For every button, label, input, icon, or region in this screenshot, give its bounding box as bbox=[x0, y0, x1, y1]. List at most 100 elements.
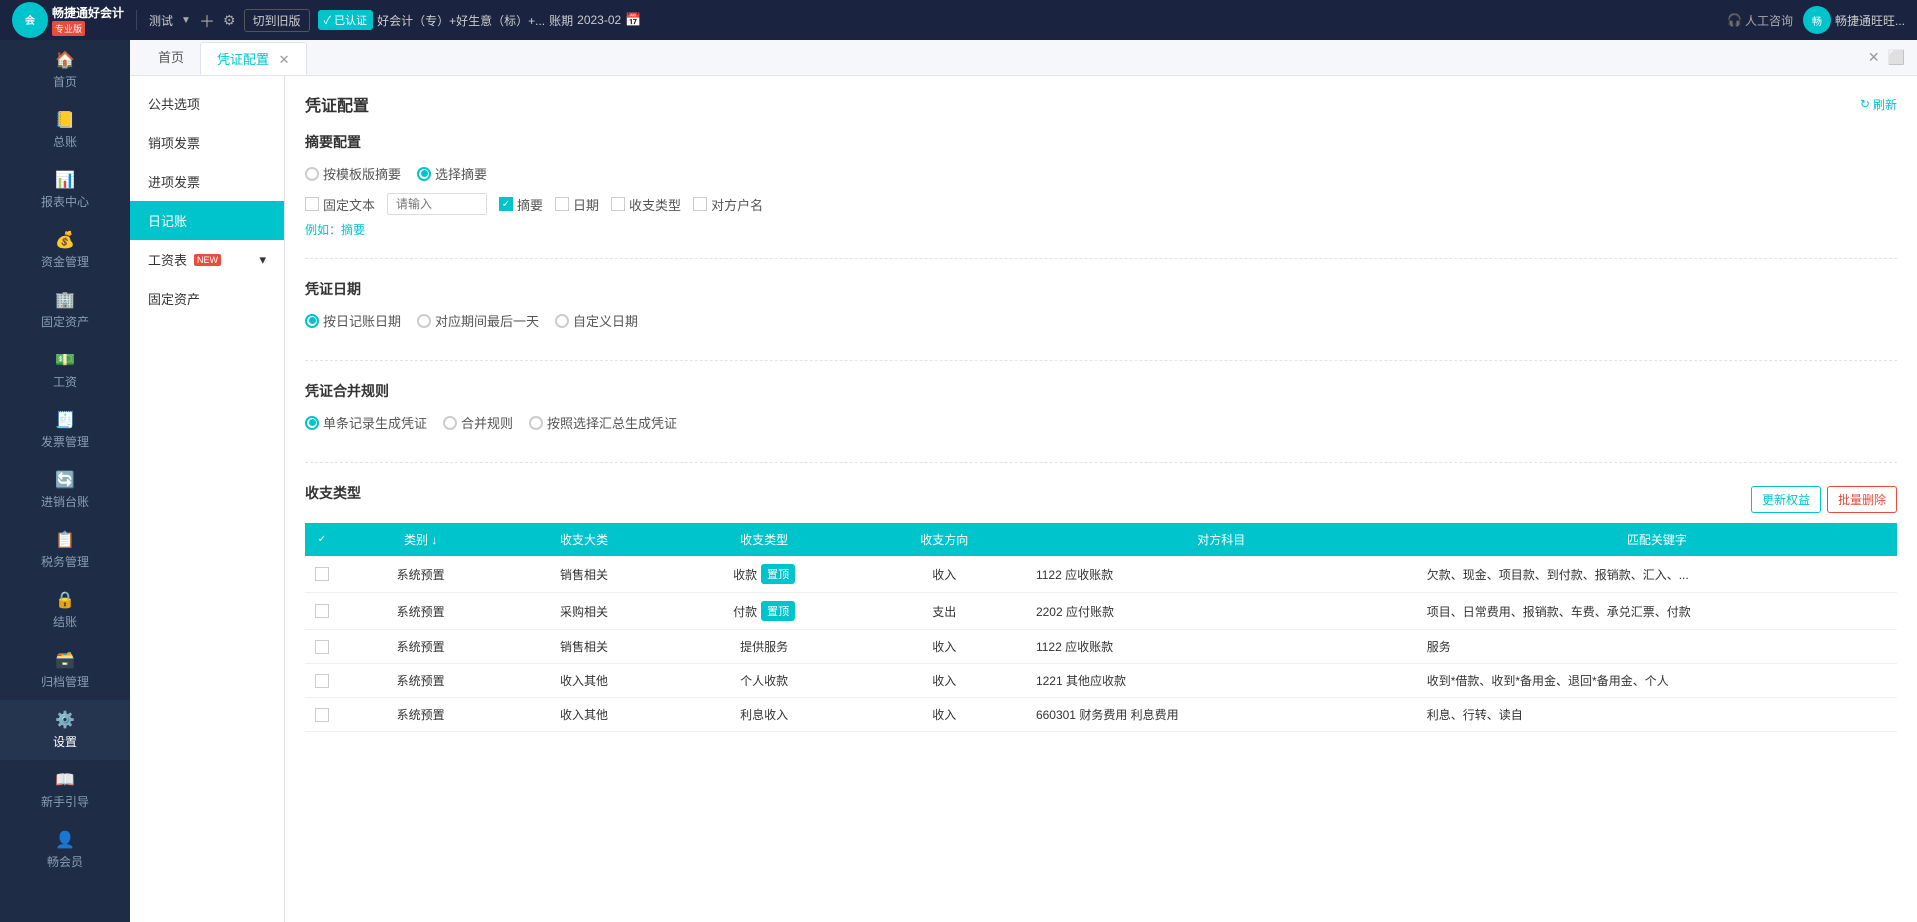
row-checkbox-1[interactable] bbox=[305, 593, 339, 630]
check-counterpart[interactable]: 对方户名 bbox=[693, 195, 763, 214]
radio-choose[interactable]: 选择摘要 bbox=[417, 164, 487, 183]
checkbox-row-1[interactable] bbox=[315, 604, 329, 618]
window-maximize-icon[interactable]: ⬜ bbox=[1888, 49, 1905, 66]
switch-version-button[interactable]: 切到旧版 bbox=[244, 9, 310, 32]
check-summary[interactable]: ✓ 摘要 bbox=[499, 195, 543, 214]
select-all-checkbox[interactable]: ✓ bbox=[315, 533, 329, 547]
menu-item-payroll[interactable]: 工资表 NEW ▾ bbox=[130, 240, 284, 279]
check-fixed-text[interactable]: 固定文本 bbox=[305, 195, 375, 214]
main-layout: 🏠 首页 📒 总账 📊 报表中心 💰 资金管理 🏢 固定资产 💵 工资 🧾 发票… bbox=[0, 40, 1917, 922]
menu-item-fixed-assets[interactable]: 固定资产 bbox=[130, 279, 284, 318]
fixed-text-input[interactable] bbox=[387, 193, 487, 215]
radio-template[interactable]: 按模板版摘要 bbox=[305, 164, 401, 183]
company-dropdown-icon[interactable]: ▼ bbox=[181, 15, 191, 26]
accounting-tags: 好会计（专）+好生意（标）+... bbox=[377, 12, 545, 29]
sidebar-item-ledger[interactable]: 📒 总账 bbox=[0, 100, 130, 160]
tab-close-icon[interactable]: ✕ bbox=[279, 52, 290, 67]
radio-circle-template bbox=[305, 167, 319, 181]
pin-button-1[interactable]: 置顶 bbox=[761, 601, 795, 621]
update-button[interactable]: 更新权益 bbox=[1751, 486, 1821, 513]
checkbox-row-2[interactable] bbox=[315, 640, 329, 654]
sidebar-item-home[interactable]: 🏠 首页 bbox=[0, 40, 130, 100]
menu-item-sales-invoice[interactable]: 销项发票 bbox=[130, 123, 284, 162]
menu-item-purchase-invoice[interactable]: 进项发票 bbox=[130, 162, 284, 201]
sidebar-item-salary[interactable]: 💵 工资 bbox=[0, 340, 130, 400]
sidebar-item-funds[interactable]: 💰 资金管理 bbox=[0, 220, 130, 280]
cell-subject-3: 1221 其他应收款 bbox=[1026, 664, 1417, 698]
radio-custom-date[interactable]: 自定义日期 bbox=[555, 311, 638, 330]
table-action-buttons: 更新权益 批量删除 bbox=[1751, 486, 1897, 513]
radio-single[interactable]: 单条记录生成凭证 bbox=[305, 413, 427, 432]
sidebar-item-assets[interactable]: 🏢 固定资产 bbox=[0, 280, 130, 340]
separator bbox=[136, 10, 137, 30]
reports-icon: 📊 bbox=[55, 170, 75, 190]
sidebar-item-close[interactable]: 🔒 结账 bbox=[0, 580, 130, 640]
tax-icon: 📋 bbox=[55, 530, 75, 550]
sidebar-item-tax[interactable]: 📋 税务管理 bbox=[0, 520, 130, 580]
check-date[interactable]: 日期 bbox=[555, 195, 599, 214]
sidebar-item-invoice[interactable]: 🧾 发票管理 bbox=[0, 400, 130, 460]
tab-voucher-config[interactable]: 凭证配置 ✕ bbox=[200, 42, 307, 75]
window-close-icon[interactable]: ✕ bbox=[1868, 49, 1880, 66]
funds-icon: 💰 bbox=[55, 230, 75, 250]
sidebar-label-home: 首页 bbox=[53, 73, 77, 90]
cell-subject-1: 2202 应付账款 bbox=[1026, 593, 1417, 630]
sidebar-item-reports[interactable]: 📊 报表中心 bbox=[0, 160, 130, 220]
refresh-button[interactable]: ↻ 刷新 bbox=[1860, 96, 1897, 113]
pin-button-0[interactable]: 置顶 bbox=[761, 564, 795, 584]
sidebar-item-guide[interactable]: 📖 新手引导 bbox=[0, 760, 130, 820]
menu-item-public[interactable]: 公共选项 bbox=[130, 84, 284, 123]
cell-keywords-2: 服务 bbox=[1417, 630, 1897, 664]
sidebar-item-settings[interactable]: ⚙️ 设置 bbox=[0, 700, 130, 760]
logo-icon: 会 bbox=[12, 2, 48, 38]
checkbox-row-3[interactable] bbox=[315, 674, 329, 688]
row-checkbox-2[interactable] bbox=[305, 630, 339, 664]
radio-summary-total[interactable]: 按照选择汇总生成凭证 bbox=[529, 413, 677, 432]
sidebar-label-assets: 固定资产 bbox=[41, 313, 89, 330]
radio-period-last[interactable]: 对应期间最后一天 bbox=[417, 311, 539, 330]
add-icon[interactable]: ＋ bbox=[199, 8, 215, 32]
table-row: 系统预置 收入其他 个人收款 收入 1221 其他应收款 收到*借款、收到*备用… bbox=[305, 664, 1897, 698]
sidebar-label-settings: 设置 bbox=[53, 733, 77, 750]
type-label-1: 付款 bbox=[733, 603, 757, 620]
topbar-right: 🎧 人工咨询 畅 畅捷通旺旺... bbox=[1727, 6, 1905, 34]
th-checkbox[interactable]: ✓ bbox=[305, 523, 339, 556]
cell-subject-2: 1122 应收账款 bbox=[1026, 630, 1417, 664]
radio-circle-journal-date bbox=[305, 314, 319, 328]
checkbox-pay-type bbox=[611, 197, 625, 211]
user-area[interactable]: 畅 畅捷通旺旺... bbox=[1803, 6, 1905, 34]
radio-circle-single bbox=[305, 416, 319, 430]
menu-item-journal[interactable]: 日记账 bbox=[130, 201, 284, 240]
radio-journal-date[interactable]: 按日记账日期 bbox=[305, 311, 401, 330]
cell-category-1: 系统预置 bbox=[339, 593, 502, 630]
sidebar-item-purchase[interactable]: 🔄 进销台账 bbox=[0, 460, 130, 520]
page-title: 凭证配置 bbox=[305, 92, 369, 116]
table-row: 系统预置 销售相关 提供服务 收入 1122 应收账款 服务 bbox=[305, 630, 1897, 664]
row-checkbox-4[interactable] bbox=[305, 698, 339, 732]
settings-icon[interactable]: ⚙ bbox=[223, 12, 236, 29]
sidebar-item-member[interactable]: 👤 畅会员 bbox=[0, 820, 130, 880]
calendar-icon[interactable]: 📅 bbox=[625, 12, 641, 28]
sidebar-label-ledger: 总账 bbox=[53, 133, 77, 150]
row-checkbox-3[interactable] bbox=[305, 664, 339, 698]
table-row: 系统预置 销售相关 收款 置顶 收入 1122 应收账款 欠款、现金、项目款、到… bbox=[305, 556, 1897, 593]
sidebar-item-archive[interactable]: 🗃️ 归档管理 bbox=[0, 640, 130, 700]
row-checkbox-0[interactable] bbox=[305, 556, 339, 593]
cell-type-3: 个人收款 bbox=[666, 664, 863, 698]
cell-major-4: 收入其他 bbox=[502, 698, 665, 732]
support-button[interactable]: 🎧 人工咨询 bbox=[1727, 12, 1793, 29]
merge-radio-group: 单条记录生成凭证 合并规则 按照选择汇总生成凭证 bbox=[305, 413, 1897, 432]
tab-home[interactable]: 首页 bbox=[142, 41, 200, 74]
radio-merge-rule[interactable]: 合并规则 bbox=[443, 413, 513, 432]
tabbar: 首页 凭证配置 ✕ ✕ ⬜ bbox=[130, 40, 1917, 76]
cell-keywords-4: 利息、行转、读自 bbox=[1417, 698, 1897, 732]
certified-badge: ✓ 已认证 bbox=[318, 10, 374, 30]
delete-button[interactable]: 批量删除 bbox=[1827, 486, 1897, 513]
left-menu: 公共选项 销项发票 进项发票 日记账 工资表 NEW ▾ bbox=[130, 76, 285, 922]
content-area: 首页 凭证配置 ✕ ✕ ⬜ 公共选项 销项发票 进项发票 bbox=[130, 40, 1917, 922]
checkbox-row-4[interactable] bbox=[315, 708, 329, 722]
merge-section-title: 凭证合并规则 bbox=[305, 381, 1897, 401]
checkbox-row-0[interactable] bbox=[315, 567, 329, 581]
logo: 会 畅捷通好会计 专业版 bbox=[12, 2, 124, 38]
check-pay-type[interactable]: 收支类型 bbox=[611, 195, 681, 214]
